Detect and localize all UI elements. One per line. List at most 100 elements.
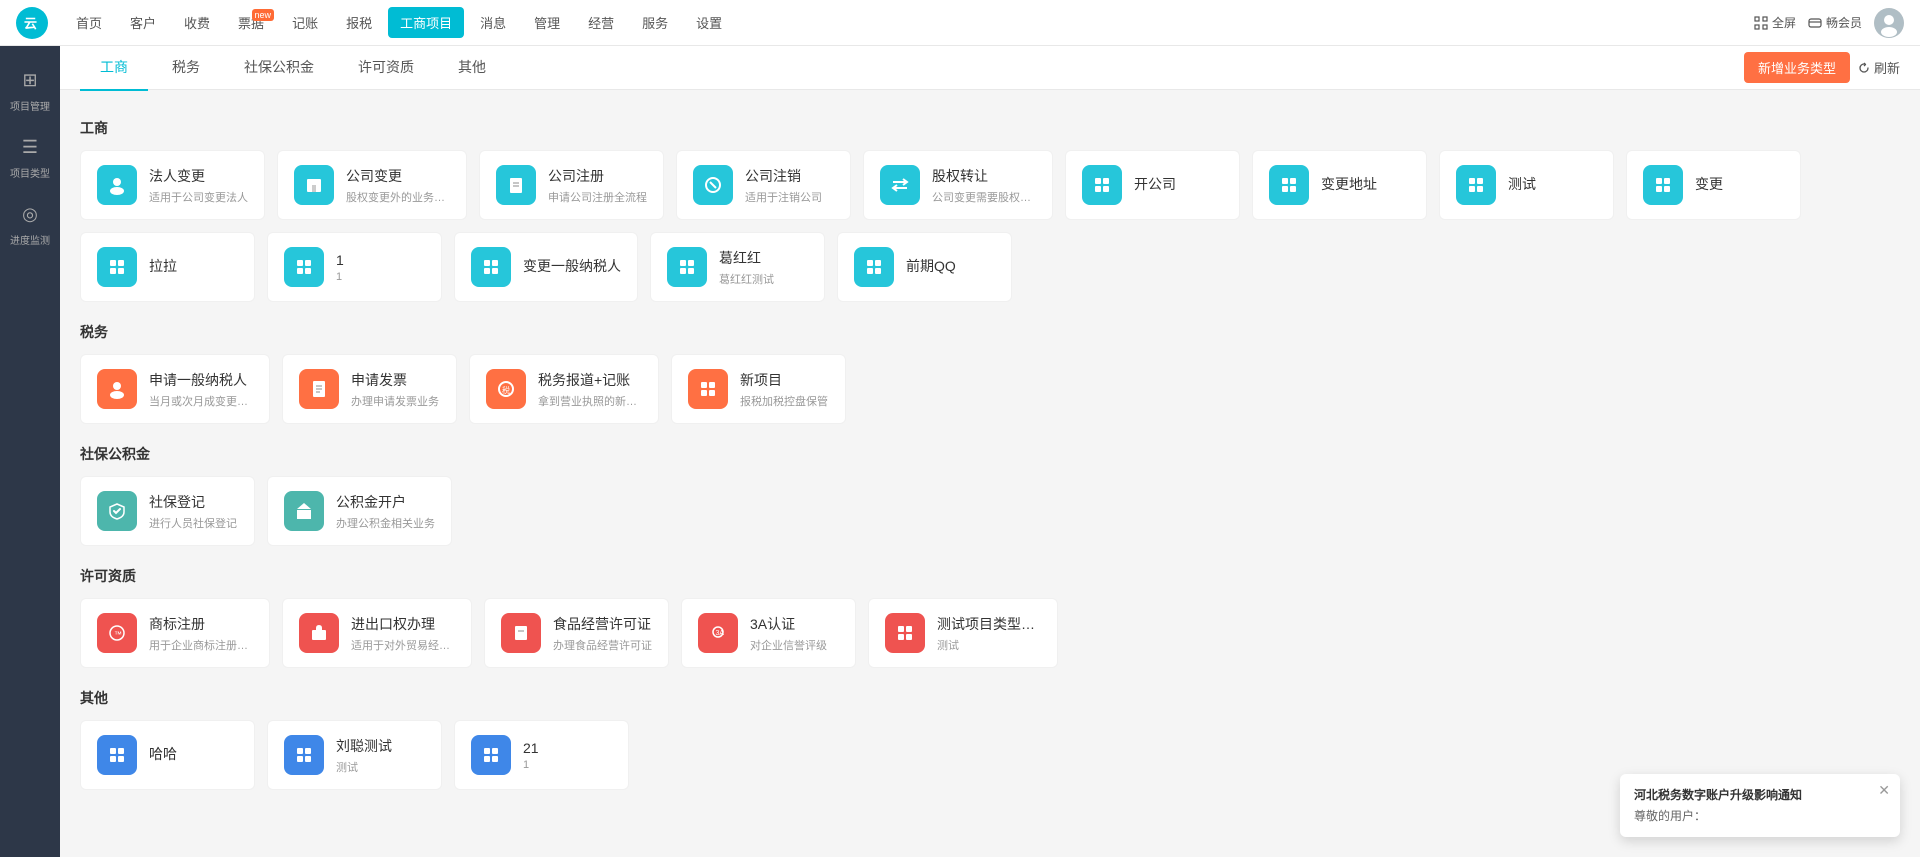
card-name: 葛红红 — [719, 248, 808, 268]
card-desc: 报税加税控盘保管 — [740, 393, 829, 409]
service-card[interactable]: 刘聪测试测试 — [267, 720, 442, 790]
card-grid: ™商标注册用于企业商标注册服务进出口权办理适用于对外贸易经营者食品经营许可证办理… — [80, 598, 1900, 668]
service-card[interactable]: 公积金开户办理公积金相关业务 — [267, 476, 452, 546]
section-工商: 工商法人变更适用于公司变更法人公司变更股权变更外的业务变更公司注册申请公司注册全… — [80, 118, 1900, 302]
sidebar-item-进度监测[interactable]: ◎ 进度监测 — [0, 190, 60, 257]
card-info: 食品经营许可证办理食品经营许可证 — [553, 614, 652, 653]
card-name: 社保登记 — [149, 492, 238, 512]
service-card[interactable]: 测试项目类型自定义测试 — [868, 598, 1058, 668]
sub-tab-其他[interactable]: 其他 — [438, 45, 506, 91]
card-info: 11 — [336, 252, 425, 283]
card-desc: 申请公司注册全流程 — [548, 189, 647, 205]
service-card[interactable]: 测试 — [1439, 150, 1614, 220]
refresh-icon — [1858, 62, 1870, 74]
nav-item-客户[interactable]: 客户 — [118, 7, 168, 38]
card-icon — [97, 369, 137, 409]
service-card[interactable]: 税税务报道+记账拿到营业执照的新公司 — [469, 354, 659, 424]
service-card[interactable]: 新项目报税加税控盘保管 — [671, 354, 846, 424]
sub-tab-许可资质[interactable]: 许可资质 — [338, 45, 434, 91]
card-info: 变更地址 — [1321, 174, 1410, 197]
service-card[interactable]: 变更一般纳税人 — [454, 232, 638, 302]
member-btn[interactable]: 畅会员 — [1808, 14, 1862, 31]
card-name: 拉拉 — [149, 256, 238, 276]
nav-item-设置[interactable]: 设置 — [684, 7, 734, 38]
service-card[interactable]: 公司变更股权变更外的业务变更 — [277, 150, 467, 220]
card-desc: 办理公积金相关业务 — [336, 515, 435, 531]
new-type-button[interactable]: 新增业务类型 — [1744, 52, 1850, 83]
service-card[interactable]: 哈哈 — [80, 720, 255, 790]
card-desc: 适用于注销公司 — [745, 189, 834, 205]
card-icon — [97, 165, 137, 205]
card-icon — [688, 369, 728, 409]
card-name: 申请一般纳税人 — [149, 370, 253, 390]
service-card[interactable]: 食品经营许可证办理食品经营许可证 — [484, 598, 669, 668]
nav-badge: new — [252, 9, 275, 21]
nav-item-经营[interactable]: 经营 — [576, 7, 626, 38]
card-name: 新项目 — [740, 370, 829, 390]
service-card[interactable]: 11 — [267, 232, 442, 302]
sidebar-item-项目管理[interactable]: ⊞ 项目管理 — [0, 56, 60, 123]
sidebar-item-项目类型[interactable]: ☰ 项目类型 — [0, 123, 60, 190]
sub-tab-社保公积金[interactable]: 社保公积金 — [224, 45, 334, 91]
logo[interactable]: 云 — [16, 7, 48, 39]
card-name: 变更地址 — [1321, 174, 1410, 194]
nav-item-报税[interactable]: 报税 — [334, 7, 384, 38]
card-name: 开公司 — [1134, 174, 1223, 194]
service-card[interactable]: 葛红红葛红红测试 — [650, 232, 825, 302]
card-info: 申请发票办理申请发票业务 — [351, 370, 440, 409]
service-card[interactable]: 法人变更适用于公司变更法人 — [80, 150, 265, 220]
nav-item-工商项目[interactable]: 工商项目 — [388, 7, 464, 38]
nav-item-服务[interactable]: 服务 — [630, 7, 680, 38]
sub-tab-工商[interactable]: 工商 — [80, 45, 148, 91]
card-info: 211 — [523, 740, 612, 771]
card-info: 公司注销适用于注销公司 — [745, 166, 834, 205]
sidebar: ⊞ 项目管理 ☰ 项目类型 ◎ 进度监测 — [0, 46, 60, 857]
service-card[interactable]: 变更地址 — [1252, 150, 1427, 220]
nav-item-票据[interactable]: 票据new — [226, 7, 276, 38]
sub-tab-税务[interactable]: 税务 — [152, 45, 220, 91]
service-card[interactable]: 申请发票办理申请发票业务 — [282, 354, 457, 424]
sidebar-label-2: 进度监测 — [10, 232, 50, 247]
service-card[interactable]: 进出口权办理适用于对外贸易经营者 — [282, 598, 472, 668]
card-info: 变更 — [1695, 174, 1784, 197]
avatar[interactable] — [1874, 8, 1904, 38]
refresh-button[interactable]: 刷新 — [1858, 58, 1900, 77]
card-icon — [667, 247, 707, 287]
svg-text:™: ™ — [114, 630, 122, 639]
card-name: 进出口权办理 — [351, 614, 455, 634]
card-info: 股权转让公司变更需要股权转让 — [932, 166, 1036, 205]
service-card[interactable]: 变更 — [1626, 150, 1801, 220]
service-card[interactable]: ™商标注册用于企业商标注册服务 — [80, 598, 270, 668]
card-icon — [885, 613, 925, 653]
card-icon — [299, 613, 339, 653]
card-desc: 适用于对外贸易经营者 — [351, 637, 455, 653]
nav-item-收费[interactable]: 收费 — [172, 7, 222, 38]
card-desc: 对企业信誉评级 — [750, 637, 839, 653]
service-card[interactable]: 申请一般纳税人当月或次月成变更完成 — [80, 354, 270, 424]
notification-close-btn[interactable]: ✕ — [1878, 782, 1890, 799]
service-card[interactable]: 公司注销适用于注销公司 — [676, 150, 851, 220]
card-name: 商标注册 — [149, 614, 253, 634]
service-card[interactable]: 前期QQ — [837, 232, 1012, 302]
nav-item-首页[interactable]: 首页 — [64, 7, 114, 38]
card-name: 前期QQ — [906, 256, 995, 276]
card-name: 公积金开户 — [336, 492, 435, 512]
card-desc: 股权变更外的业务变更 — [346, 189, 450, 205]
service-card[interactable]: 股权转让公司变更需要股权转让 — [863, 150, 1053, 220]
card-desc: 适用于公司变更法人 — [149, 189, 248, 205]
service-card[interactable]: 社保登记进行人员社保登记 — [80, 476, 255, 546]
service-card[interactable]: 211 — [454, 720, 629, 790]
service-card[interactable]: 公司注册申请公司注册全流程 — [479, 150, 664, 220]
nav-item-管理[interactable]: 管理 — [522, 7, 572, 38]
service-card[interactable]: 3A3A认证对企业信誉评级 — [681, 598, 856, 668]
nav-item-记账[interactable]: 记账 — [280, 7, 330, 38]
fullscreen-btn[interactable]: 全屏 — [1754, 14, 1796, 31]
refresh-label: 刷新 — [1874, 58, 1900, 77]
section-title: 许可资质 — [80, 566, 1900, 586]
service-card[interactable]: 开公司 — [1065, 150, 1240, 220]
nav-items: 首页客户收费票据new记账报税工商项目消息管理经营服务设置 — [64, 7, 1754, 38]
service-card[interactable]: 拉拉 — [80, 232, 255, 302]
card-icon — [471, 735, 511, 775]
nav-item-消息[interactable]: 消息 — [468, 7, 518, 38]
card-name: 1 — [336, 252, 425, 268]
